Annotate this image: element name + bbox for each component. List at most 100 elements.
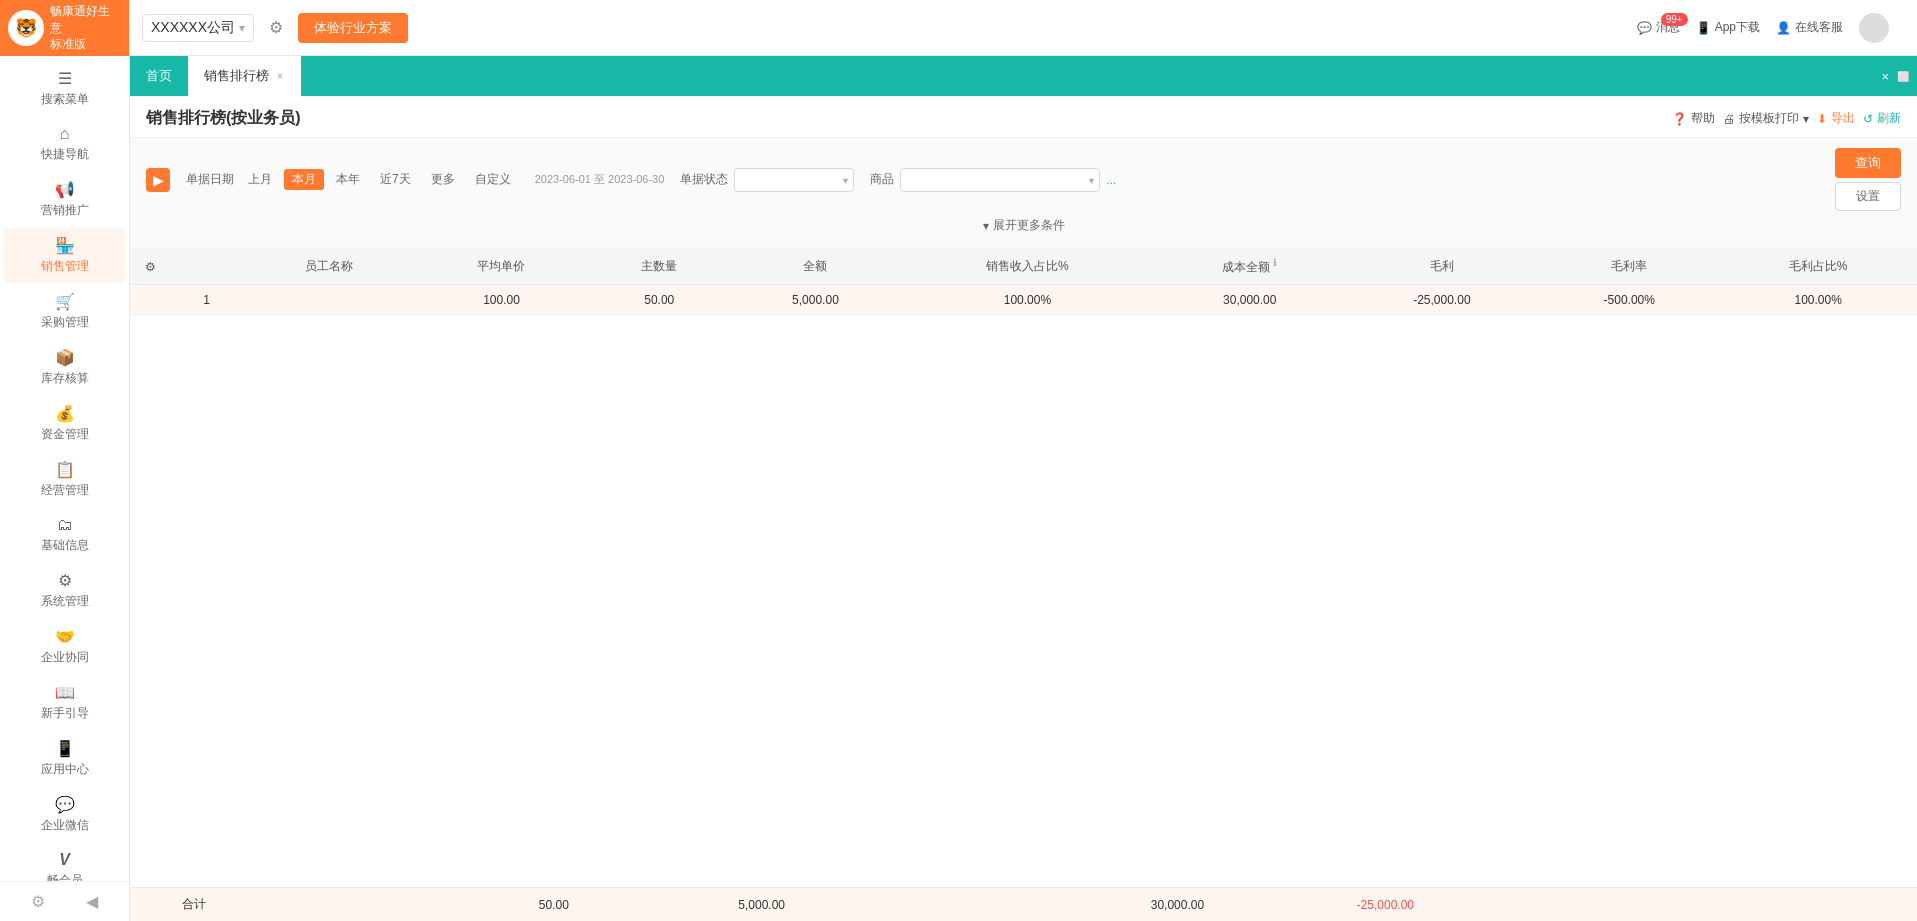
content-area: 销售排行榜(按业务员) ❓ 帮助 🖨 按模板打印 ▾ ⬇ 导出 [130,96,1917,921]
tab-home-label: 首页 [146,67,172,85]
top-header: XXXXXX公司 ▾ ⚙ 体验行业方案 💬 消息 99+ 📱 App下载 👤 在… [130,0,1917,56]
online-service-button[interactable]: 👤 在线客服 [1776,19,1843,36]
app-icon: 📱 [1696,21,1711,35]
date-tab-more[interactable]: 更多 [423,169,463,190]
member-icon: V [59,851,70,869]
expand-conditions-button[interactable]: ▾ 展开更多条件 [983,217,1065,234]
print-template-button[interactable]: 🖨 按模板打印 ▾ [1723,110,1809,127]
filter-area: ▶ 单据日期 上月 本月 本年 近7天 更多 自定义 2023-06-01 至 … [130,138,1917,249]
settings-link-button[interactable]: 设置 [1835,182,1901,211]
system-icon: ⚙ [58,571,72,590]
help-button[interactable]: ❓ 帮助 [1672,110,1715,127]
expand-row: ▾ 展开更多条件 [146,211,1901,238]
tab-home[interactable]: 首页 [130,56,188,96]
sidebar-nav: ☰ 搜索菜单 ⌂ 快捷导航 📢 营销推广 🏪 销售管理 🛒 采购管理 📦 库存核… [0,56,129,881]
message-badge: 99+ [1661,13,1688,26]
sidebar-item-member[interactable]: V 畅会员 [4,843,125,881]
row-rank-cell: 1 [170,285,243,316]
filter-row: ▶ 单据日期 上月 本月 本年 近7天 更多 自定义 2023-06-01 至 … [146,148,1901,211]
message-button[interactable]: 💬 消息 99+ [1637,19,1680,36]
goods-label: 商品 [870,171,894,188]
date-tab-7days[interactable]: 近7天 [372,169,419,190]
sidebar-item-quick-nav[interactable]: ⌂ 快捷导航 [4,117,125,171]
basic-info-icon: 🗂 [57,516,73,534]
date-tab-last-month[interactable]: 上月 [240,169,280,190]
total-profit: -25,000.00 [1281,898,1489,912]
refresh-button[interactable]: ↺ 刷新 [1863,110,1901,127]
sidebar-item-purchase[interactable]: 🛒 采购管理 [4,284,125,339]
table-row: 1 100.00 50.00 5,000.00 100.00% 30,000.0… [130,285,1917,316]
search-order-icon: ☰ [58,69,72,88]
filter-right-buttons: 查询 设置 [1835,148,1901,211]
table-header: ⚙ 员工名称 平均单价 主数量 全额 销售收入占比% 成本全额 ℹ 毛利 毛利率… [130,249,1917,285]
user-avatar[interactable] [1859,13,1889,43]
table-body: 1 100.00 50.00 5,000.00 100.00% 30,000.0… [130,285,1917,316]
sidebar-item-app-center[interactable]: 📱 应用中心 [4,731,125,786]
sidebar-item-label: 采购管理 [41,314,89,331]
filter-toggle-button[interactable]: ▶ [146,168,170,192]
col-sales-pct: 销售收入占比% [900,249,1155,285]
sidebar-item-inventory[interactable]: 📦 库存核算 [4,340,125,395]
message-icon: 💬 [1637,21,1652,35]
tab-close-icon[interactable]: × [275,69,285,84]
goods-more-button[interactable]: ... [1106,173,1116,187]
trial-industry-button[interactable]: 体验行业方案 [298,13,408,43]
sidebar-item-sales[interactable]: 🏪 销售管理 [4,228,125,283]
sidebar-item-system[interactable]: ⚙ 系统管理 [4,563,125,618]
sidebar-item-marketing[interactable]: 📢 营销推广 [4,172,125,227]
company-selector[interactable]: XXXXXX公司 ▾ [142,14,254,42]
total-amount: 5,000.00 [658,898,866,912]
app-center-icon: 📱 [55,739,75,758]
sidebar-item-guide[interactable]: 📖 新手引导 [4,675,125,730]
date-tab-current-year[interactable]: 本年 [328,169,368,190]
goods-select[interactable] [900,168,1100,192]
query-button[interactable]: 查询 [1835,148,1901,178]
col-rank [170,249,243,285]
col-amount: 全额 [731,249,900,285]
date-label: 单据日期 [186,171,234,188]
operations-icon: 📋 [55,460,75,479]
status-select[interactable] [734,168,854,192]
date-range-display: 2023-06-01 至 2023-06-30 [535,172,665,187]
col-cost: 成本全额 ℹ [1155,249,1345,285]
sidebar-item-label: 企业微信 [41,817,89,834]
goods-select-wrapper [900,168,1100,192]
sidebar-item-label: 搜索菜单 [41,91,89,108]
sidebar-settings-icon[interactable]: ⚙ [31,892,45,911]
window-maximize-icon[interactable]: ⬜ [1897,71,1909,82]
total-profit-rate [1489,898,1697,912]
total-cost: 30,000.00 [1074,898,1282,912]
company-settings-button[interactable]: ⚙ [262,14,290,42]
tab-sales-ranking[interactable]: 销售排行榜 × [188,56,301,96]
row-profit-pct-cell: 100.00% [1719,285,1917,316]
col-settings[interactable]: ⚙ [130,249,170,285]
page-actions: ❓ 帮助 🖨 按模板打印 ▾ ⬇ 导出 ↺ 刷新 [1672,110,1901,127]
sidebar-item-finance[interactable]: 💰 资金管理 [4,396,125,451]
date-filter-group: 单据日期 上月 本月 本年 近7天 更多 自定义 [186,169,519,190]
sidebar-item-wechat[interactable]: 💬 企业微信 [4,787,125,842]
total-row: 合计 50.00 5,000.00 30,000.00 -25,000.00 [130,887,1917,921]
sidebar-item-label: 应用中心 [41,761,89,778]
home-icon: ⌂ [60,125,70,143]
sidebar-collapse-icon[interactable]: ◀ [86,892,98,911]
sidebar-item-operations[interactable]: 📋 经营管理 [4,452,125,507]
window-close-icon[interactable]: × [1881,69,1889,84]
col-avg-price: 平均单价 [415,249,587,285]
sidebar-logo: 🐯 畅康通好生意 标准版 [0,0,129,56]
service-icon: 👤 [1776,21,1791,35]
company-name: XXXXXX公司 [151,19,235,37]
date-tab-custom[interactable]: 自定义 [467,169,519,190]
guide-icon: 📖 [55,683,75,702]
app-download-button[interactable]: 📱 App下载 [1696,19,1760,36]
date-tab-current-month[interactable]: 本月 [284,169,324,190]
sidebar-item-basic-info[interactable]: 🗂 基础信息 [4,508,125,562]
sidebar-item-cooperation[interactable]: 🤝 企业协同 [4,619,125,674]
tab-bar: 首页 销售排行榜 × × ⬜ [130,56,1917,96]
row-cost-cell: 30,000.00 [1155,285,1345,316]
sidebar-item-search-order[interactable]: ☰ 搜索菜单 [4,61,125,116]
sidebar-item-label: 基础信息 [41,537,89,554]
row-sales-pct-cell: 100.00% [900,285,1155,316]
export-button[interactable]: ⬇ 导出 [1817,110,1855,127]
status-filter-group: 单据状态 [680,168,854,192]
expand-label: 展开更多条件 [993,217,1065,234]
